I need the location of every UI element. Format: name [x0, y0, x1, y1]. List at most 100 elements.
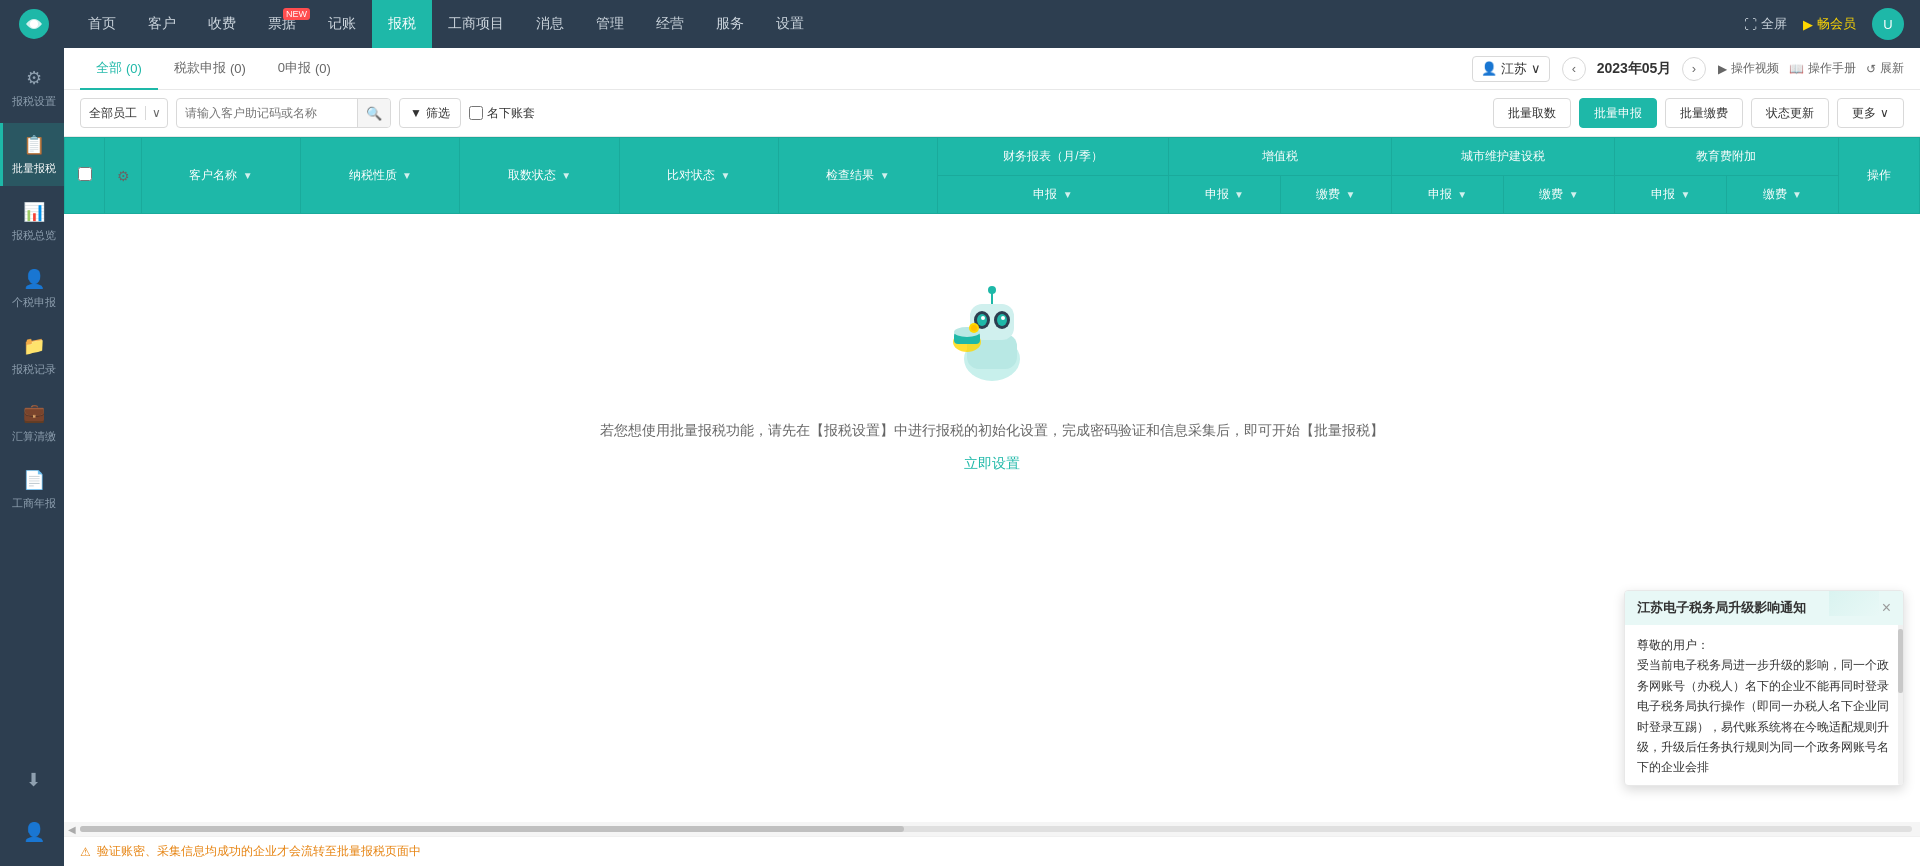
fin-declare-filter-icon[interactable]: ▼: [1063, 189, 1073, 200]
th-vat-pay: 缴费 ▼: [1280, 176, 1392, 214]
sidebar-item-settlement[interactable]: 💼 汇算清缴: [0, 391, 64, 454]
tax-summary-icon: 📊: [22, 200, 46, 224]
sidebar-item-annual-report[interactable]: 📄 工商年报: [0, 458, 64, 521]
vat-pay-filter-icon[interactable]: ▼: [1346, 189, 1356, 200]
sidebar: ⚙ 报税设置 📋 批量报税 📊 报税总览 👤 个税申报 📁 报税记录 💼 汇算清…: [0, 48, 64, 866]
employee-chevron-icon[interactable]: ∨: [145, 106, 167, 120]
compare-filter-icon[interactable]: ▼: [720, 170, 730, 181]
scroll-thumb: [80, 826, 904, 832]
tab-declare[interactable]: 税款申报 (0): [158, 48, 262, 90]
personal-tax-icon: 👤: [22, 267, 46, 291]
nav-customer[interactable]: 客户: [132, 0, 192, 48]
date-navigation: ‹ 2023年05月 ›: [1562, 57, 1706, 81]
avatar[interactable]: U: [1872, 8, 1904, 40]
batch-pay-button[interactable]: 批量缴费: [1665, 98, 1743, 128]
nav-home[interactable]: 首页: [72, 0, 132, 48]
edu-pay-filter-icon[interactable]: ▼: [1792, 189, 1802, 200]
nav-operation[interactable]: 经营: [640, 0, 700, 48]
column-settings-icon[interactable]: ⚙: [113, 166, 133, 186]
status-update-button[interactable]: 状态更新: [1751, 98, 1829, 128]
notification-close-button[interactable]: ×: [1882, 599, 1891, 617]
horizontal-scrollbar[interactable]: ◀: [64, 822, 1920, 836]
fullscreen-button[interactable]: ⛶ 全屏: [1744, 15, 1787, 33]
settlement-icon: 💼: [22, 401, 46, 425]
notification-header: 江苏电子税务局升级影响通知 ×: [1625, 591, 1903, 625]
vat-declare-filter-icon[interactable]: ▼: [1234, 189, 1244, 200]
th-city-construction: 城市维护建设税: [1392, 138, 1615, 176]
search-button[interactable]: 🔍: [357, 99, 390, 127]
sidebar-bottom: ⬇ 👤: [0, 758, 64, 866]
svg-point-12: [988, 286, 996, 294]
sidebar-item-personal-tax[interactable]: 👤 个税申报: [0, 257, 64, 320]
nav-message[interactable]: 消息: [520, 0, 580, 48]
sidebar-item-batch-tax[interactable]: 📋 批量报税: [0, 123, 64, 186]
batch-fetch-button[interactable]: 批量取数: [1493, 98, 1571, 128]
date-next-button[interactable]: ›: [1682, 57, 1706, 81]
nav-manage[interactable]: 管理: [580, 0, 640, 48]
sidebar-item-tax-settings[interactable]: ⚙ 报税设置: [0, 56, 64, 119]
nav-business[interactable]: 工商项目: [432, 0, 520, 48]
scroll-track[interactable]: [80, 826, 1912, 832]
nav-accounting[interactable]: 记账: [312, 0, 372, 48]
toolbar: 全部员工 ∨ 🔍 ▼ 筛选 名下账套 批量取数: [64, 90, 1920, 137]
tab-zero-declare[interactable]: 0申报 (0): [262, 48, 347, 90]
th-check-result: 检查结果 ▼: [778, 138, 937, 214]
tab-all[interactable]: 全部 (0): [80, 48, 158, 90]
annual-report-icon: 📄: [22, 468, 46, 492]
data-table: ⚙ 客户名称 ▼ 纳税性质 ▼ 取数状态 ▼ 比对状态 ▼: [64, 137, 1920, 214]
fetch-filter-icon[interactable]: ▼: [561, 170, 571, 181]
employee-selector[interactable]: 全部员工 ∨: [80, 98, 168, 128]
tax-nature-filter-icon[interactable]: ▼: [402, 170, 412, 181]
nav-tax[interactable]: 报税: [372, 0, 432, 48]
more-button[interactable]: 更多 ∨: [1837, 98, 1904, 128]
app-logo[interactable]: [16, 6, 52, 42]
robot-illustration: [932, 274, 1052, 394]
nav-invoice[interactable]: 票据 NEW: [252, 0, 312, 48]
check-filter-icon[interactable]: ▼: [880, 170, 890, 181]
nav-service[interactable]: 服务: [700, 0, 760, 48]
date-display: 2023年05月: [1594, 60, 1674, 78]
search-icon: 🔍: [366, 106, 382, 121]
notification-title: 江苏电子税务局升级影响通知: [1637, 599, 1806, 617]
top-right-actions: ⛶ 全屏 ▶ 畅会员 U: [1744, 8, 1904, 40]
empty-state-message: 若您想使用批量报税功能，请先在【报税设置】中进行报税的初始化设置，完成密码验证和…: [600, 418, 1384, 443]
manual-link[interactable]: 📖 操作手册: [1789, 60, 1856, 77]
svg-point-1: [30, 20, 38, 28]
th-operation: 操作: [1838, 138, 1919, 214]
batch-declare-button[interactable]: 批量申报: [1579, 98, 1657, 128]
sidebar-item-user[interactable]: 👤: [0, 810, 64, 858]
video-link[interactable]: ▶ 操作视频: [1718, 60, 1779, 77]
province-selector[interactable]: 👤 江苏 ∨: [1472, 56, 1550, 82]
sidebar-item-download[interactable]: ⬇: [0, 758, 64, 806]
more-chevron-icon: ∨: [1880, 106, 1889, 120]
account-checkbox[interactable]: [469, 106, 483, 120]
date-prev-button[interactable]: ‹: [1562, 57, 1586, 81]
svg-point-7: [977, 314, 987, 326]
nav-settings[interactable]: 设置: [760, 0, 820, 48]
member-button[interactable]: ▶ 畅会员: [1803, 15, 1856, 33]
search-input[interactable]: [177, 106, 357, 120]
scroll-left-icon[interactable]: ◀: [68, 824, 76, 835]
edu-declare-filter-icon[interactable]: ▼: [1680, 189, 1690, 200]
member-icon: ▶: [1803, 17, 1813, 32]
tabs-bar: 全部 (0) 税款申报 (0) 0申报 (0) 👤 江苏 ∨ ‹ 2023年0: [64, 48, 1920, 90]
sidebar-item-tax-records[interactable]: 📁 报税记录: [0, 324, 64, 387]
customer-filter-icon[interactable]: ▼: [243, 170, 253, 181]
notification-body: 尊敬的用户：受当前电子税务局进一步升级的影响，同一个政务网账号（办税人）名下的企…: [1625, 625, 1903, 785]
svg-point-8: [997, 314, 1007, 326]
bottom-warning-bar: ⚠ 验证账密、采集信息均成功的企业才会流转至批量报税页面中: [64, 836, 1920, 866]
refresh-link[interactable]: ↺ 展新: [1866, 60, 1904, 77]
sidebar-item-tax-summary[interactable]: 📊 报税总览: [0, 190, 64, 253]
city-declare-filter-icon[interactable]: ▼: [1457, 189, 1467, 200]
th-fetch-status: 取数状态 ▼: [460, 138, 619, 214]
account-checkbox-label[interactable]: 名下账套: [469, 105, 535, 122]
setup-link[interactable]: 立即设置: [964, 455, 1020, 473]
nav-billing[interactable]: 收费: [192, 0, 252, 48]
video-icon: ▶: [1718, 62, 1727, 76]
filter-button[interactable]: ▼ 筛选: [399, 98, 461, 128]
select-all-checkbox[interactable]: [78, 167, 92, 181]
th-city-pay: 缴费 ▼: [1503, 176, 1615, 214]
notification-text: 尊敬的用户：受当前电子税务局进一步升级的影响，同一个政务网账号（办税人）名下的企…: [1637, 638, 1889, 774]
batch-tax-icon: 📋: [22, 133, 46, 157]
city-pay-filter-icon[interactable]: ▼: [1569, 189, 1579, 200]
